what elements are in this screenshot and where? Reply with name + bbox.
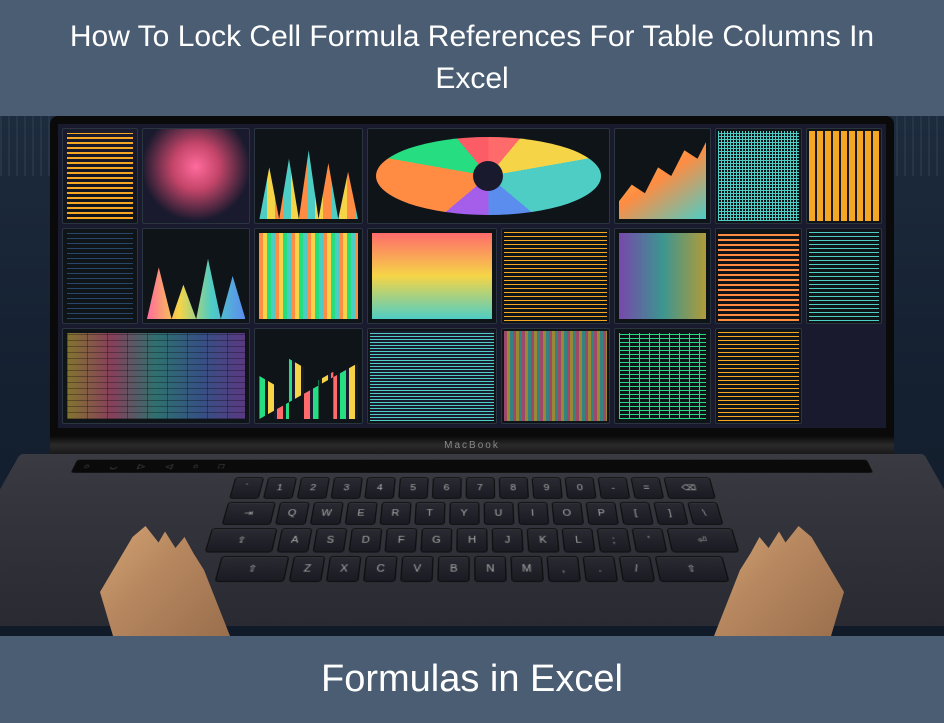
screen-bezel <box>50 116 894 436</box>
key: K <box>527 528 560 552</box>
key: ; <box>597 528 632 552</box>
chart-panel <box>501 228 610 324</box>
touchbar: ○ ◡ ▷ ◁ ○ □ <box>71 460 873 473</box>
key: T <box>414 502 445 525</box>
bar-chart-panel <box>254 328 362 424</box>
footer-title-band: Formulas in Excel <box>0 636 944 723</box>
key: [ <box>619 502 653 525</box>
chart-panel <box>142 228 251 324</box>
key: Z <box>289 556 326 582</box>
pie-chart-panel <box>367 128 610 224</box>
key: / <box>619 556 656 582</box>
chart-panel <box>254 228 362 324</box>
footer-title: Formulas in Excel <box>321 658 623 700</box>
key-caps: ⇪ <box>205 528 278 552</box>
key: . <box>583 556 619 582</box>
header-title-band: How To Lock Cell Formula References For … <box>0 0 944 116</box>
touchbar-icon: ◁ <box>164 462 174 470</box>
chart-panel <box>254 128 362 224</box>
chart-panel <box>806 228 882 324</box>
key: W <box>309 502 343 525</box>
key: E <box>344 502 377 525</box>
hero-image-area: MacBook ○ ◡ ▷ ◁ ○ □ ` 1 2 3 4 5 6 <box>0 116 944 636</box>
spreadsheet-panel <box>62 328 250 424</box>
key: 1 <box>262 477 296 499</box>
key: I <box>517 502 549 525</box>
key: C <box>363 556 398 582</box>
key: 4 <box>364 477 396 499</box>
chart-panel <box>806 128 882 224</box>
key: R <box>379 502 411 525</box>
key-tab: ⇥ <box>221 502 275 525</box>
key: U <box>483 502 514 525</box>
chart-panel <box>614 228 712 324</box>
key: 9 <box>531 477 562 499</box>
touchbar-icon: ▷ <box>137 462 147 470</box>
header-title: How To Lock Cell Formula References For … <box>70 20 874 95</box>
key: Q <box>274 502 309 525</box>
key: 7 <box>465 477 495 499</box>
key: P <box>585 502 619 525</box>
key: 2 <box>296 477 329 499</box>
chart-panel <box>367 328 497 424</box>
chart-panel <box>715 228 802 324</box>
key: H <box>456 528 487 552</box>
key: 6 <box>431 477 461 499</box>
laptop-brand: MacBook <box>444 440 500 451</box>
touchbar-icon: □ <box>218 463 226 470</box>
key: D <box>348 528 382 552</box>
touchbar-icon: ◡ <box>108 462 120 470</box>
chart-panel <box>62 128 138 224</box>
key: O <box>551 502 584 525</box>
key: 3 <box>330 477 362 499</box>
key: S <box>313 528 348 552</box>
key-shift: ⇧ <box>655 556 730 582</box>
chart-panel <box>614 128 712 224</box>
key: A <box>277 528 313 552</box>
key: ' <box>632 528 668 552</box>
key: B <box>437 556 470 582</box>
key: \ <box>687 502 723 525</box>
laptop-hinge: MacBook <box>50 436 894 454</box>
touchbar-icon: ○ <box>192 463 200 470</box>
key: 5 <box>398 477 429 499</box>
key: ` <box>229 477 264 499</box>
key: V <box>400 556 434 582</box>
key: X <box>326 556 362 582</box>
key: J <box>492 528 524 552</box>
chart-panel <box>715 328 802 424</box>
chart-panel <box>62 228 138 324</box>
key: - <box>597 477 630 499</box>
dashboard-screen <box>58 124 886 428</box>
touchbar-icon: ○ <box>82 463 91 470</box>
key: , <box>546 556 581 582</box>
key: 0 <box>564 477 596 499</box>
chart-panel <box>715 128 802 224</box>
key: 8 <box>498 477 528 499</box>
key-row-1: ` 1 2 3 4 5 6 7 8 9 0 - = ⌫ <box>69 477 876 499</box>
chart-panel <box>367 228 497 324</box>
key: N <box>474 556 507 582</box>
chart-panel <box>501 328 610 424</box>
key: F <box>384 528 417 552</box>
key-row-2: ⇥ Q W E R T Y U I O P [ ] \ <box>56 502 888 525</box>
key: L <box>562 528 596 552</box>
key: Y <box>449 502 479 525</box>
key: = <box>630 477 664 499</box>
key-shift: ⇧ <box>214 556 289 582</box>
chart-panel <box>614 328 712 424</box>
key: M <box>510 556 544 582</box>
key: ] <box>653 502 688 525</box>
key: G <box>420 528 452 552</box>
chart-panel <box>142 128 251 224</box>
key-enter: ⏎ <box>667 528 740 552</box>
key-backspace: ⌫ <box>663 477 716 499</box>
